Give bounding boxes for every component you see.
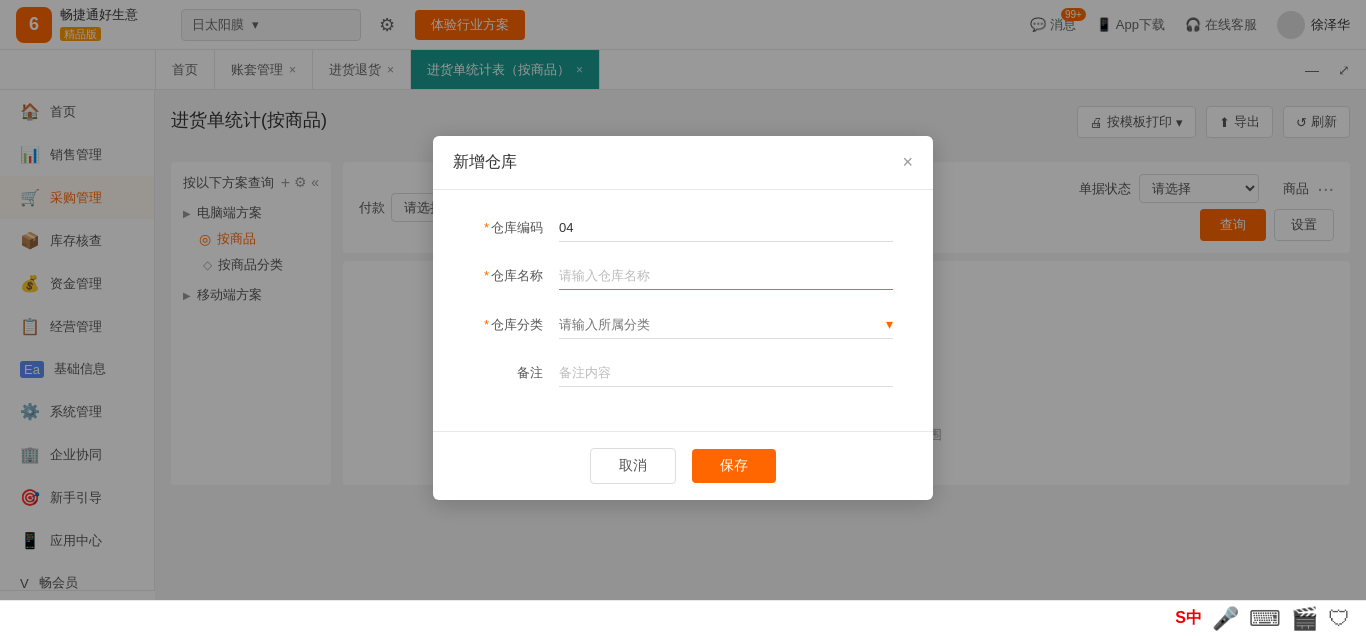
modal-footer: 取消 保存: [433, 431, 933, 500]
modal-body: 仓库编码 仓库名称 仓库分类 ▾ 备注: [433, 190, 933, 431]
warehouse-code-label: 仓库编码: [473, 219, 543, 237]
status-bar: S中 🎤 ⌨ 🎬 🛡: [0, 600, 1366, 636]
warehouse-name-label: 仓库名称: [473, 267, 543, 285]
shield-icon[interactable]: 🛡: [1328, 606, 1350, 632]
modal-close-button[interactable]: ×: [902, 152, 913, 173]
warehouse-category-select[interactable]: ▾: [559, 310, 893, 339]
warehouse-code-input[interactable]: [559, 214, 893, 242]
media-icon[interactable]: 🎬: [1291, 606, 1318, 632]
warehouse-name-input[interactable]: [559, 262, 893, 290]
warehouse-note-input[interactable]: [559, 359, 893, 387]
sougou-icon[interactable]: S中: [1175, 608, 1202, 629]
warehouse-note-label: 备注: [473, 364, 543, 382]
chevron-down-icon: ▾: [886, 316, 893, 332]
category-input[interactable]: [559, 317, 886, 332]
warehouse-note-row: 备注: [473, 359, 893, 387]
keyboard-icon[interactable]: ⌨: [1249, 606, 1281, 632]
modal-title: 新增仓库: [453, 152, 517, 173]
warehouse-name-row: 仓库名称: [473, 262, 893, 290]
warehouse-code-row: 仓库编码: [473, 214, 893, 242]
warehouse-category-label: 仓库分类: [473, 316, 543, 334]
save-button[interactable]: 保存: [692, 449, 776, 483]
cancel-button[interactable]: 取消: [590, 448, 676, 484]
warehouse-category-row: 仓库分类 ▾: [473, 310, 893, 339]
microphone-icon[interactable]: 🎤: [1212, 606, 1239, 632]
modal-overlay: 新增仓库 × 仓库编码 仓库名称 仓库分类 ▾: [0, 0, 1366, 636]
modal-header: 新增仓库 ×: [433, 136, 933, 190]
add-warehouse-modal: 新增仓库 × 仓库编码 仓库名称 仓库分类 ▾: [433, 136, 933, 500]
